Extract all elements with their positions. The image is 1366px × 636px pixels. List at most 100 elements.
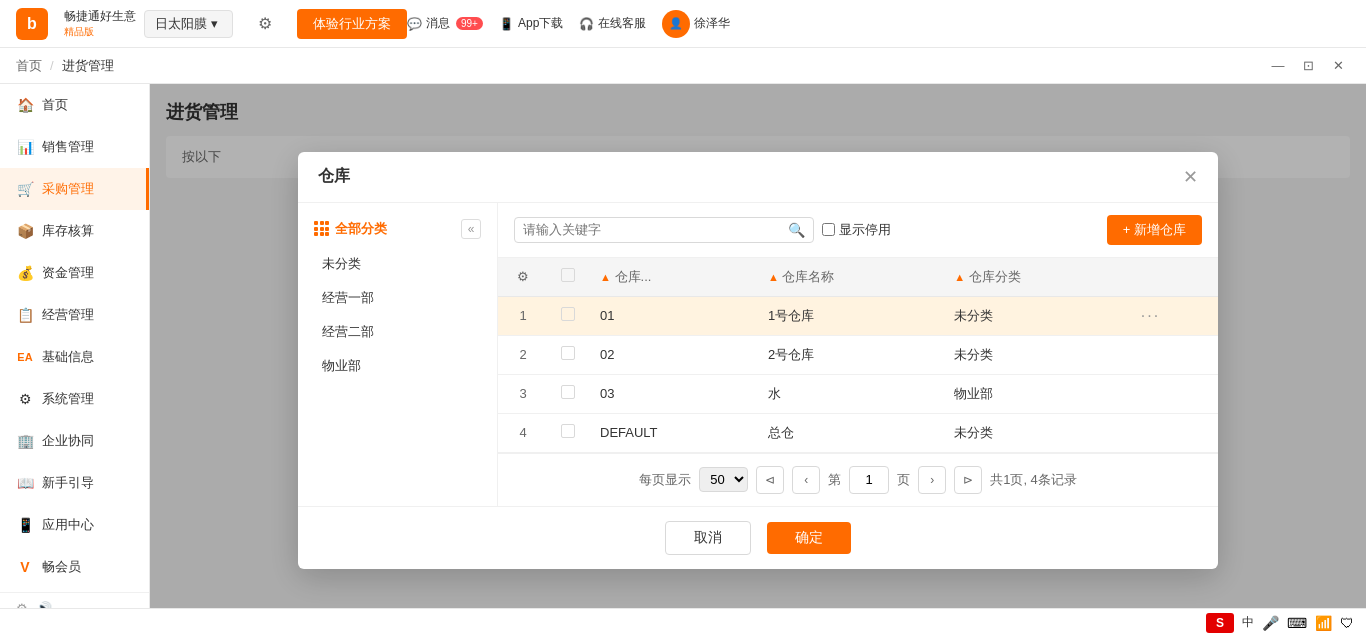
per-page-select[interactable]: 50 — [699, 467, 748, 492]
sidebar-item-base-info[interactable]: EA 基础信息 — [0, 336, 149, 378]
category-panel: 全部分类 « 未分类 经营一部 经营二部 物业部 — [298, 203, 498, 506]
row-checkbox[interactable] — [561, 424, 575, 438]
user-info[interactable]: 👤 徐泽华 — [662, 10, 730, 38]
category-item-unclassified[interactable]: 未分类 — [298, 247, 497, 281]
search-input[interactable] — [523, 222, 788, 237]
row-category: 物业部 — [942, 374, 1128, 413]
sidebar-item-apps[interactable]: 📱 应用中心 — [0, 504, 149, 546]
row-actions[interactable] — [1129, 335, 1218, 374]
home-icon: 🏠 — [16, 96, 34, 114]
sidebar-item-system[interactable]: ⚙ 系统管理 — [0, 378, 149, 420]
row-name: 2号仓库 — [756, 335, 942, 374]
row-code: 02 — [588, 335, 756, 374]
status-settings-icon[interactable]: 🛡 — [1340, 615, 1354, 631]
sort-icon: ▲ — [600, 271, 611, 283]
th-actions — [1129, 258, 1218, 297]
sidebar-item-inventory[interactable]: 📦 库存核算 — [0, 210, 149, 252]
sidebar-item-guide[interactable]: 📖 新手引导 — [0, 462, 149, 504]
row-checkbox-cell[interactable] — [548, 413, 588, 452]
th-settings[interactable]: ⚙ — [498, 258, 548, 297]
sidebar-item-sales[interactable]: 📊 销售管理 — [0, 126, 149, 168]
enterprise-icon: 🏢 — [16, 432, 34, 450]
page-prev-btn[interactable]: ‹ — [792, 466, 820, 494]
row-category: 未分类 — [942, 413, 1128, 452]
sidebar-item-purchase[interactable]: 🛒 采购管理 — [0, 168, 149, 210]
sidebar-item-operations[interactable]: 📋 经营管理 — [0, 294, 149, 336]
row-checkbox-cell[interactable] — [548, 296, 588, 335]
online-service-btn[interactable]: 🎧 在线客服 — [579, 15, 646, 32]
page-next-btn[interactable]: › — [918, 466, 946, 494]
category-item-property[interactable]: 物业部 — [298, 349, 497, 383]
breadcrumb-home[interactable]: 首页 — [16, 57, 42, 75]
row-more-btn[interactable]: ··· — [1141, 307, 1160, 324]
window-maximize-btn[interactable]: ⊡ — [1296, 54, 1320, 78]
table-row[interactable]: 3 03 水 物业部 — [498, 374, 1218, 413]
trial-button[interactable]: 体验行业方案 — [297, 9, 407, 39]
category-collapse-btn[interactable]: « — [461, 219, 481, 239]
finance-icon: 💰 — [16, 264, 34, 282]
sales-icon: 📊 — [16, 138, 34, 156]
row-checkbox-cell[interactable] — [548, 335, 588, 374]
confirm-button[interactable]: 确定 — [767, 522, 851, 554]
app-download-btn[interactable]: 📱 App下载 — [499, 15, 563, 32]
table-row[interactable]: 4 DEFAULT 总仓 未分类 — [498, 413, 1218, 452]
row-actions[interactable] — [1129, 374, 1218, 413]
row-name: 水 — [756, 374, 942, 413]
phone-icon: 📱 — [499, 17, 514, 31]
main-content: 进货管理 按以下 仓库 ✕ — [150, 84, 1366, 636]
row-checkbox[interactable] — [561, 307, 575, 321]
status-mic-icon[interactable]: 🎤 — [1262, 615, 1279, 631]
cancel-button[interactable]: 取消 — [665, 521, 751, 555]
page-first-btn[interactable]: ⊲ — [756, 466, 784, 494]
category-item-dept1[interactable]: 经营一部 — [298, 281, 497, 315]
sidebar-item-finance[interactable]: 💰 资金管理 — [0, 252, 149, 294]
row-name: 总仓 — [756, 413, 942, 452]
row-checkbox[interactable] — [561, 385, 575, 399]
row-checkbox[interactable] — [561, 346, 575, 360]
row-code: 03 — [588, 374, 756, 413]
status-lang[interactable]: 中 — [1242, 614, 1254, 631]
messages-btn[interactable]: 💬 消息 99+ — [407, 15, 483, 32]
page-label: 第 — [828, 471, 841, 489]
table-body: 1 01 1号仓库 未分类 ··· 2 — [498, 296, 1218, 452]
page-number-input[interactable] — [849, 466, 889, 494]
status-keyboard-icon[interactable]: ⌨ — [1287, 615, 1307, 631]
window-close-btn[interactable]: ✕ — [1326, 54, 1350, 78]
row-actions[interactable]: ··· — [1129, 296, 1218, 335]
search-box: 🔍 — [514, 217, 814, 243]
guide-icon: 📖 — [16, 474, 34, 492]
modal-overlay: 仓库 ✕ — [150, 84, 1366, 636]
modal-header: 仓库 ✕ — [298, 152, 1218, 203]
th-checkbox[interactable] — [548, 258, 588, 297]
search-icon[interactable]: 🔍 — [788, 222, 805, 238]
show-disabled-checkbox[interactable] — [822, 223, 835, 236]
table-row[interactable]: 1 01 1号仓库 未分类 ··· — [498, 296, 1218, 335]
sidebar-item-home[interactable]: 🏠 首页 — [0, 84, 149, 126]
modal-title: 仓库 — [318, 166, 350, 187]
row-category: 未分类 — [942, 296, 1128, 335]
operations-icon: 📋 — [16, 306, 34, 324]
window-minimize-btn[interactable]: — — [1266, 54, 1290, 78]
row-checkbox-cell[interactable] — [548, 374, 588, 413]
warehouse-modal: 仓库 ✕ — [298, 152, 1218, 569]
status-network-icon[interactable]: 📶 — [1315, 615, 1332, 631]
settings-icon[interactable]: ⚙ — [249, 8, 281, 40]
sidebar-item-enterprise[interactable]: 🏢 企业协同 — [0, 420, 149, 462]
modal-close-btn[interactable]: ✕ — [1183, 166, 1198, 188]
header-checkbox[interactable] — [561, 268, 575, 282]
store-selector[interactable]: 日太阳膜 ▾ — [144, 10, 233, 38]
add-warehouse-btn[interactable]: + 新增仓库 — [1107, 215, 1202, 245]
category-header: 全部分类 « — [298, 211, 497, 247]
row-actions[interactable] — [1129, 413, 1218, 452]
header-left: b 畅捷通好生意 精品版 日太阳膜 ▾ ⚙ 体验行业方案 — [16, 8, 407, 40]
row-name: 1号仓库 — [756, 296, 942, 335]
category-all[interactable]: 全部分类 — [314, 220, 387, 238]
page-last-btn[interactable]: ⊳ — [954, 466, 982, 494]
table-row[interactable]: 2 02 2号仓库 未分类 — [498, 335, 1218, 374]
show-disabled-label[interactable]: 显示停用 — [822, 221, 891, 239]
sidebar-item-vip[interactable]: V 畅会员 — [0, 546, 149, 588]
grid-icon — [314, 221, 329, 236]
inventory-icon: 📦 — [16, 222, 34, 240]
app-logo-text: 畅捷通好生意 精品版 — [64, 9, 136, 38]
category-item-dept2[interactable]: 经营二部 — [298, 315, 497, 349]
